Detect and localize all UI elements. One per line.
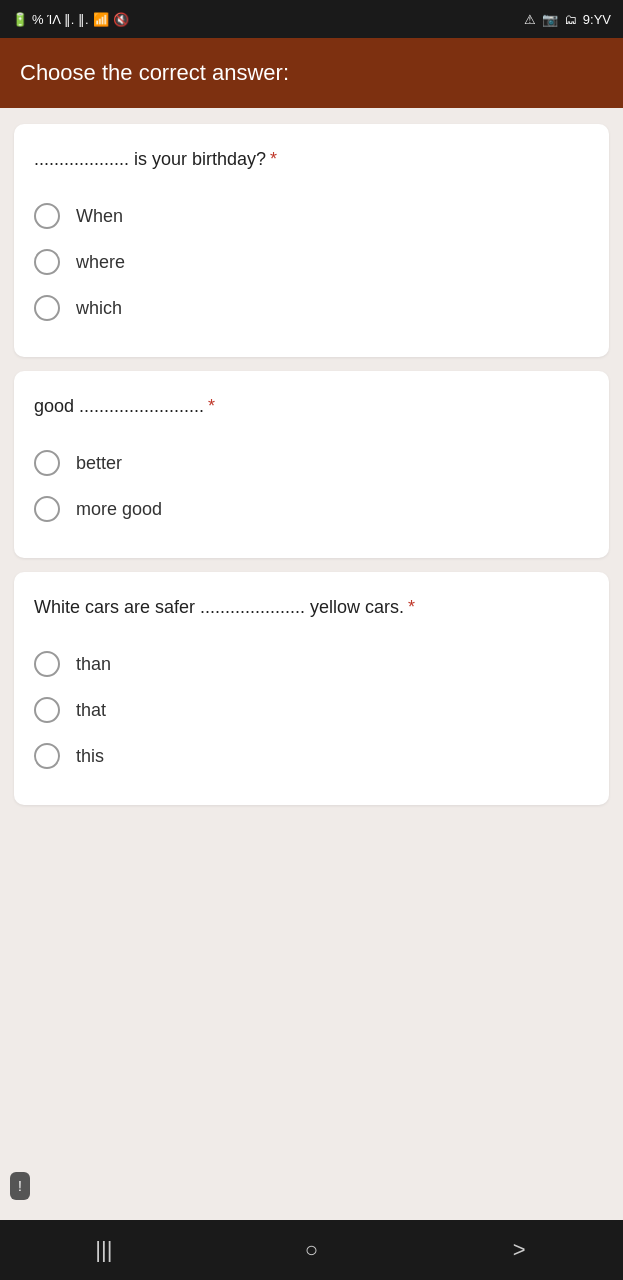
- option-label-q1-where: where: [76, 252, 125, 273]
- option-label-q2-better: better: [76, 453, 122, 474]
- status-left: 🔋 % ΊΛ ‖. ‖. 📶 🔇: [12, 12, 129, 27]
- option-label-q1-when: When: [76, 206, 123, 227]
- time-display: 9:YV: [583, 12, 611, 27]
- question-card-3: White cars are safer ...................…: [14, 572, 609, 805]
- feedback-icon: !: [18, 1178, 22, 1194]
- option-q1-which[interactable]: which: [34, 285, 589, 331]
- question-card-1: ................... is your birthday?* W…: [14, 124, 609, 357]
- wifi-icon: 📶: [93, 12, 109, 27]
- option-label-q2-more-good: more good: [76, 499, 162, 520]
- radio-q2-better[interactable]: [34, 450, 60, 476]
- question-text-1: ................... is your birthday?*: [34, 146, 589, 173]
- option-label-q1-which: which: [76, 298, 122, 319]
- camera-icon: 📷: [542, 12, 558, 27]
- nav-back-button[interactable]: |||: [74, 1230, 134, 1270]
- radio-q2-more-good[interactable]: [34, 496, 60, 522]
- mute-icon: 🔇: [113, 12, 129, 27]
- header-title: Choose the correct answer:: [20, 60, 289, 85]
- battery-icon: 🔋: [12, 12, 28, 27]
- option-q1-when[interactable]: When: [34, 193, 589, 239]
- radio-q3-than[interactable]: [34, 651, 60, 677]
- nav-bar: ||| ○ >: [0, 1220, 623, 1280]
- feedback-button[interactable]: !: [10, 1172, 30, 1200]
- question-text-3: White cars are safer ...................…: [34, 594, 589, 621]
- signal-text: % ΊΛ ‖. ‖.: [32, 12, 89, 27]
- option-label-q3-this: this: [76, 746, 104, 767]
- option-q3-that[interactable]: that: [34, 687, 589, 733]
- option-q2-more-good[interactable]: more good: [34, 486, 589, 532]
- question-text-2: good .........................*: [34, 393, 589, 420]
- nav-forward-button[interactable]: >: [489, 1230, 549, 1270]
- option-label-q3-that: that: [76, 700, 106, 721]
- app-header: Choose the correct answer:: [0, 38, 623, 108]
- required-star-1: *: [270, 149, 277, 169]
- alert-icon: ⚠: [524, 12, 536, 27]
- required-star-3: *: [408, 597, 415, 617]
- option-q1-where[interactable]: where: [34, 239, 589, 285]
- question-card-2: good .........................* better m…: [14, 371, 609, 558]
- main-content: ................... is your birthday?* W…: [0, 108, 623, 1220]
- radio-q3-this[interactable]: [34, 743, 60, 769]
- status-right: ⚠ 📷 🗂 9:YV: [524, 12, 611, 27]
- status-bar: 🔋 % ΊΛ ‖. ‖. 📶 🔇 ⚠ 📷 🗂 9:YV: [0, 0, 623, 38]
- option-q3-this[interactable]: this: [34, 733, 589, 779]
- nav-home-button[interactable]: ○: [281, 1230, 341, 1270]
- radio-q1-where[interactable]: [34, 249, 60, 275]
- required-star-2: *: [208, 396, 215, 416]
- radio-q3-that[interactable]: [34, 697, 60, 723]
- radio-q1-when[interactable]: [34, 203, 60, 229]
- radio-q1-which[interactable]: [34, 295, 60, 321]
- option-label-q3-than: than: [76, 654, 111, 675]
- option-q2-better[interactable]: better: [34, 440, 589, 486]
- folder-icon: 🗂: [564, 12, 577, 27]
- option-q3-than[interactable]: than: [34, 641, 589, 687]
